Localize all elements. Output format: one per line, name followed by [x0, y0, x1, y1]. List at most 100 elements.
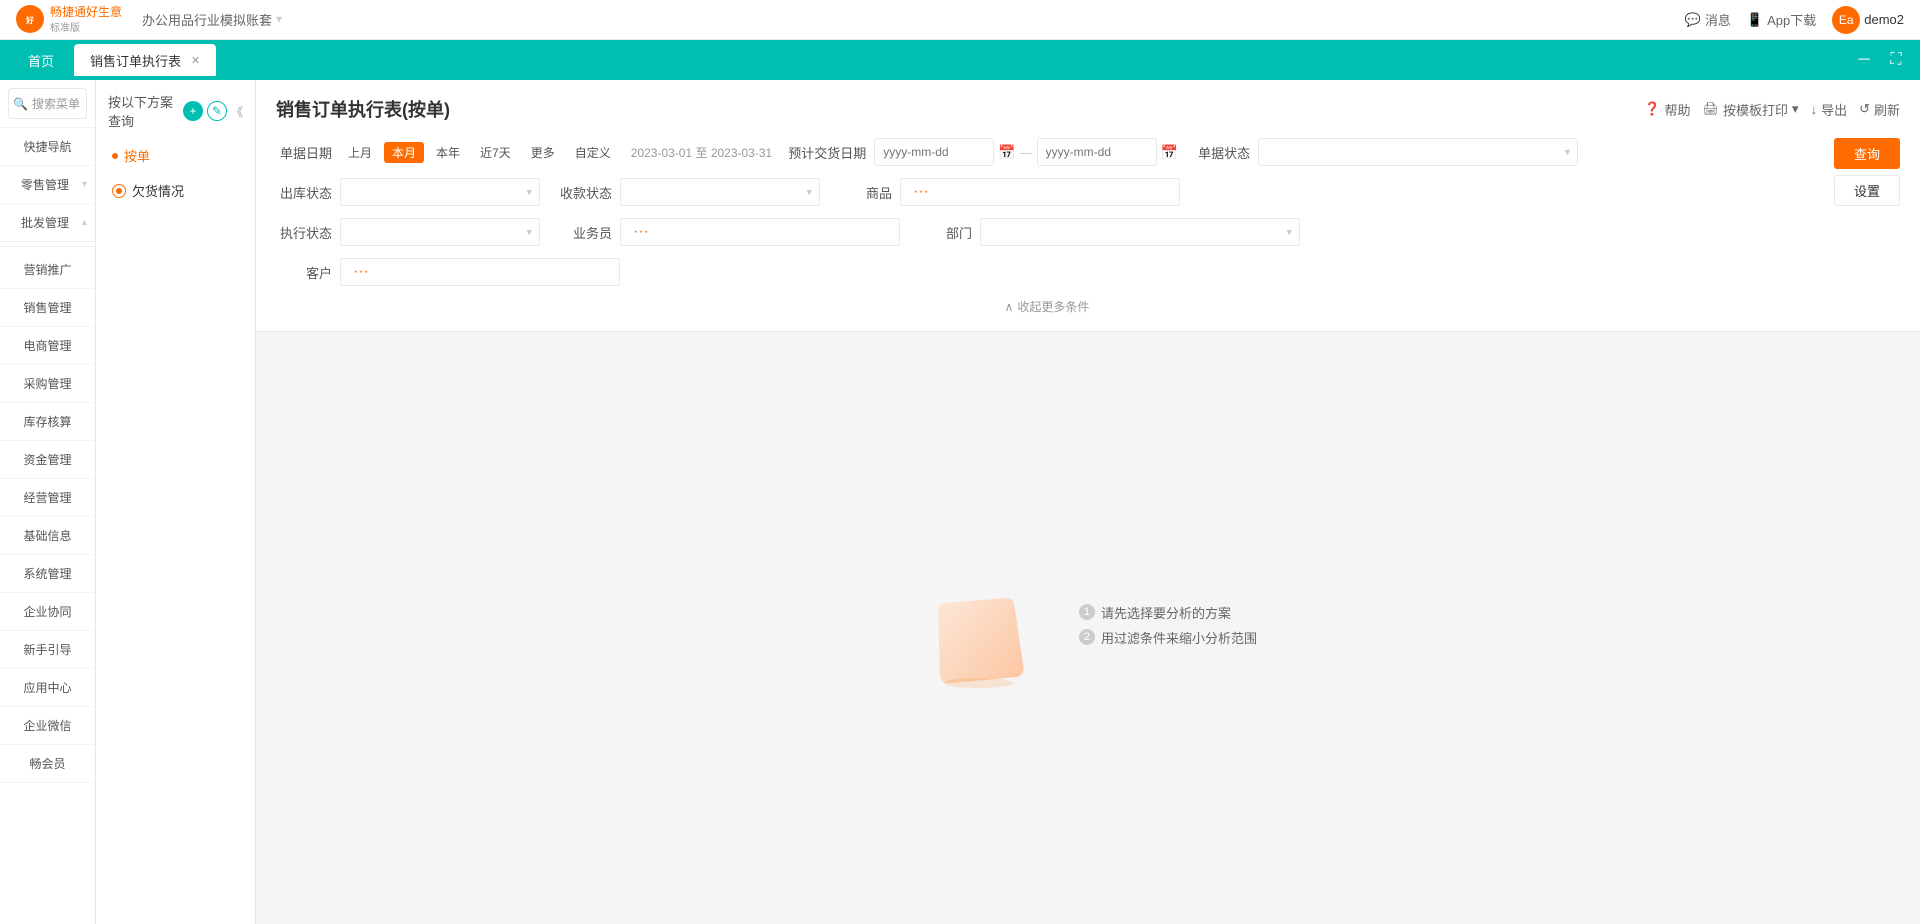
sidebar-item-wholesale-label: 批发管理: [8, 214, 82, 231]
filter-dept-item: 部门: [916, 218, 1300, 246]
filter-status-item: 单据状态: [1194, 138, 1578, 166]
cal-end-icon[interactable]: 📅: [1161, 144, 1178, 161]
expected-date-start[interactable]: [874, 138, 994, 166]
exec-select[interactable]: [340, 218, 540, 246]
sidebar-item-quicknav[interactable]: 快捷导航: [0, 128, 95, 166]
shortcut-more[interactable]: 更多: [523, 142, 563, 163]
filter-exec-item: 执行状态: [276, 218, 540, 246]
sidebar-wholesale-arrow-icon: ▴: [82, 217, 87, 228]
status-select[interactable]: [1258, 138, 1578, 166]
sidebar-item-inventory-label: 库存核算: [8, 413, 87, 430]
app-icon: 📱: [1747, 12, 1763, 28]
sidebar-item-appcenter[interactable]: 应用中心: [0, 669, 95, 707]
payment-select[interactable]: [620, 178, 820, 206]
salesperson-input-area[interactable]: ···: [620, 218, 900, 246]
filter-ship-item: 出库状态: [276, 178, 540, 206]
sidebar-item-marketing-label: 营销推广: [8, 261, 87, 278]
filter-customer-item: 客户 ···: [276, 258, 620, 286]
left-panel-item-按单[interactable]: 按单: [96, 138, 255, 173]
svg-text:好: 好: [25, 15, 34, 25]
left-panel-title: 按以下方案查询: [108, 92, 183, 130]
sidebar-item-finance[interactable]: 资金管理: [0, 441, 95, 479]
breadcrumb-text: 办公用品行业模拟账套: [142, 10, 272, 29]
sidebar-item-ecom[interactable]: 电商管理: [0, 327, 95, 365]
collapse-more-btn[interactable]: ∧ 收起更多条件: [276, 298, 1818, 315]
tab-minimize-icon[interactable]: ─: [1852, 48, 1876, 72]
sidebar-item-retail[interactable]: 零售管理 ▾: [0, 166, 95, 204]
tab-expand-icon[interactable]: ⛶: [1884, 48, 1908, 72]
left-panel-edit-btn[interactable]: ✎: [207, 101, 227, 121]
customer-dots[interactable]: ···: [353, 263, 369, 281]
sidebar-item-purchase[interactable]: 采购管理: [0, 365, 95, 403]
sidebar-item-marketing[interactable]: 营销推广: [0, 251, 95, 289]
print-dropdown-icon[interactable]: ▾: [1792, 101, 1799, 117]
settings-button[interactable]: 设置: [1834, 175, 1900, 206]
export-btn[interactable]: ↓ 导出: [1811, 100, 1848, 119]
sidebar-item-system[interactable]: 系统管理: [0, 555, 95, 593]
search-menu-button[interactable]: 🔍 搜索菜单: [8, 88, 87, 119]
sidebar-item-operations[interactable]: 经营管理: [0, 479, 95, 517]
sidebar-item-enterprise[interactable]: 企业协同: [0, 593, 95, 631]
dept-select[interactable]: [980, 218, 1300, 246]
tab-close-icon[interactable]: ✕: [191, 54, 200, 67]
filter-row-3: 执行状态 业务员 ···: [276, 218, 1818, 246]
ship-select[interactable]: [340, 178, 540, 206]
date-range-text: 2023-03-01 至 2023-03-31: [631, 144, 772, 161]
breadcrumb-arrow-icon[interactable]: ▾: [276, 12, 282, 26]
search-button[interactable]: 查询: [1834, 138, 1900, 169]
left-panel: 按以下方案查询 + ✎ 《 按单: [96, 80, 256, 924]
message-action[interactable]: 💬 消息: [1685, 10, 1731, 29]
expected-date-group: 📅 — 📅: [874, 138, 1178, 166]
empty-illustration: [919, 568, 1039, 688]
sidebar-item-wechat[interactable]: 企业微信: [0, 707, 95, 745]
data-area: 1 请先选择要分析的方案 2 用过滤条件来缩小分析范围: [256, 332, 1920, 924]
help-btn[interactable]: ❓ 帮助: [1644, 100, 1690, 119]
left-panel-add-btn[interactable]: +: [183, 101, 203, 121]
shortcut-7days[interactable]: 近7天: [472, 142, 519, 163]
sidebar-item-member[interactable]: 畅会员: [0, 745, 95, 783]
collapse-icon: 《: [231, 105, 243, 119]
app-download-action[interactable]: 📱 App下载: [1747, 10, 1816, 29]
content-area: 按以下方案查询 + ✎ 《 按单: [96, 80, 1920, 924]
sidebar-item-purchase-label: 采购管理: [8, 375, 87, 392]
main-layout: 🔍 搜索菜单 快捷导航 零售管理 ▾ 批发管理 ▴ 营销推广 销售管理 电商管理…: [0, 80, 1920, 924]
export-icon: ↓: [1811, 102, 1818, 117]
salesperson-dots[interactable]: ···: [633, 223, 649, 241]
shortcut-this-year[interactable]: 本年: [428, 142, 468, 163]
print-btn[interactable]: 🖨 按模板打印 ▾: [1703, 100, 1799, 119]
goods-label: 商品: [836, 183, 892, 202]
shortcut-custom[interactable]: 自定义: [567, 142, 619, 163]
sidebar-item-newbie[interactable]: 新手引导: [0, 631, 95, 669]
cal-start-icon[interactable]: 📅: [998, 144, 1015, 161]
page-title-row: 销售订单执行表(按单) ❓ 帮助 🖨 按模板打印 ▾ ↓: [276, 96, 1900, 122]
tab-home[interactable]: 首页: [12, 44, 70, 76]
tab-sales-order[interactable]: 销售订单执行表 ✕: [74, 44, 216, 76]
filter-area: 销售订单执行表(按单) ❓ 帮助 🖨 按模板打印 ▾ ↓: [256, 80, 1920, 332]
logo-area: 好 畅捷通好生意 标准版: [16, 5, 122, 34]
sidebar-divider-1: [0, 246, 95, 247]
shortcut-last-month[interactable]: 上月: [340, 142, 380, 163]
goods-input-area[interactable]: ···: [900, 178, 1180, 206]
refresh-btn[interactable]: ↺ 刷新: [1859, 100, 1900, 119]
filter-goods-item: 商品 ···: [836, 178, 1180, 206]
sidebar-item-basics[interactable]: 基础信息: [0, 517, 95, 555]
sidebar-item-basics-label: 基础信息: [8, 527, 87, 544]
empty-tip-label-1: 请先选择要分析的方案: [1101, 603, 1231, 622]
customer-input-area[interactable]: ···: [340, 258, 620, 286]
sidebar-item-sales-label: 销售管理: [8, 299, 87, 316]
shortcut-this-month[interactable]: 本月: [384, 142, 424, 163]
left-panel-collapse-btn[interactable]: 《: [231, 103, 243, 120]
goods-dots[interactable]: ···: [913, 183, 929, 201]
message-label: 消息: [1705, 10, 1731, 29]
empty-tip-label-2: 用过滤条件来缩小分析范围: [1101, 628, 1257, 647]
sidebar-item-sales[interactable]: 销售管理: [0, 289, 95, 327]
expected-date-end[interactable]: [1037, 138, 1157, 166]
sidebar-item-ecom-label: 电商管理: [8, 337, 87, 354]
left-panel-header: 按以下方案查询 + ✎ 《: [96, 92, 255, 138]
left-panel-item-欠货情况[interactable]: 欠货情况: [96, 173, 255, 208]
page-title: 销售订单执行表(按单): [276, 96, 450, 122]
filter-payment-item: 收款状态: [556, 178, 820, 206]
user-area[interactable]: Ea demo2: [1832, 6, 1904, 34]
sidebar-item-wholesale[interactable]: 批发管理 ▴: [0, 204, 95, 242]
sidebar-item-inventory[interactable]: 库存核算: [0, 403, 95, 441]
